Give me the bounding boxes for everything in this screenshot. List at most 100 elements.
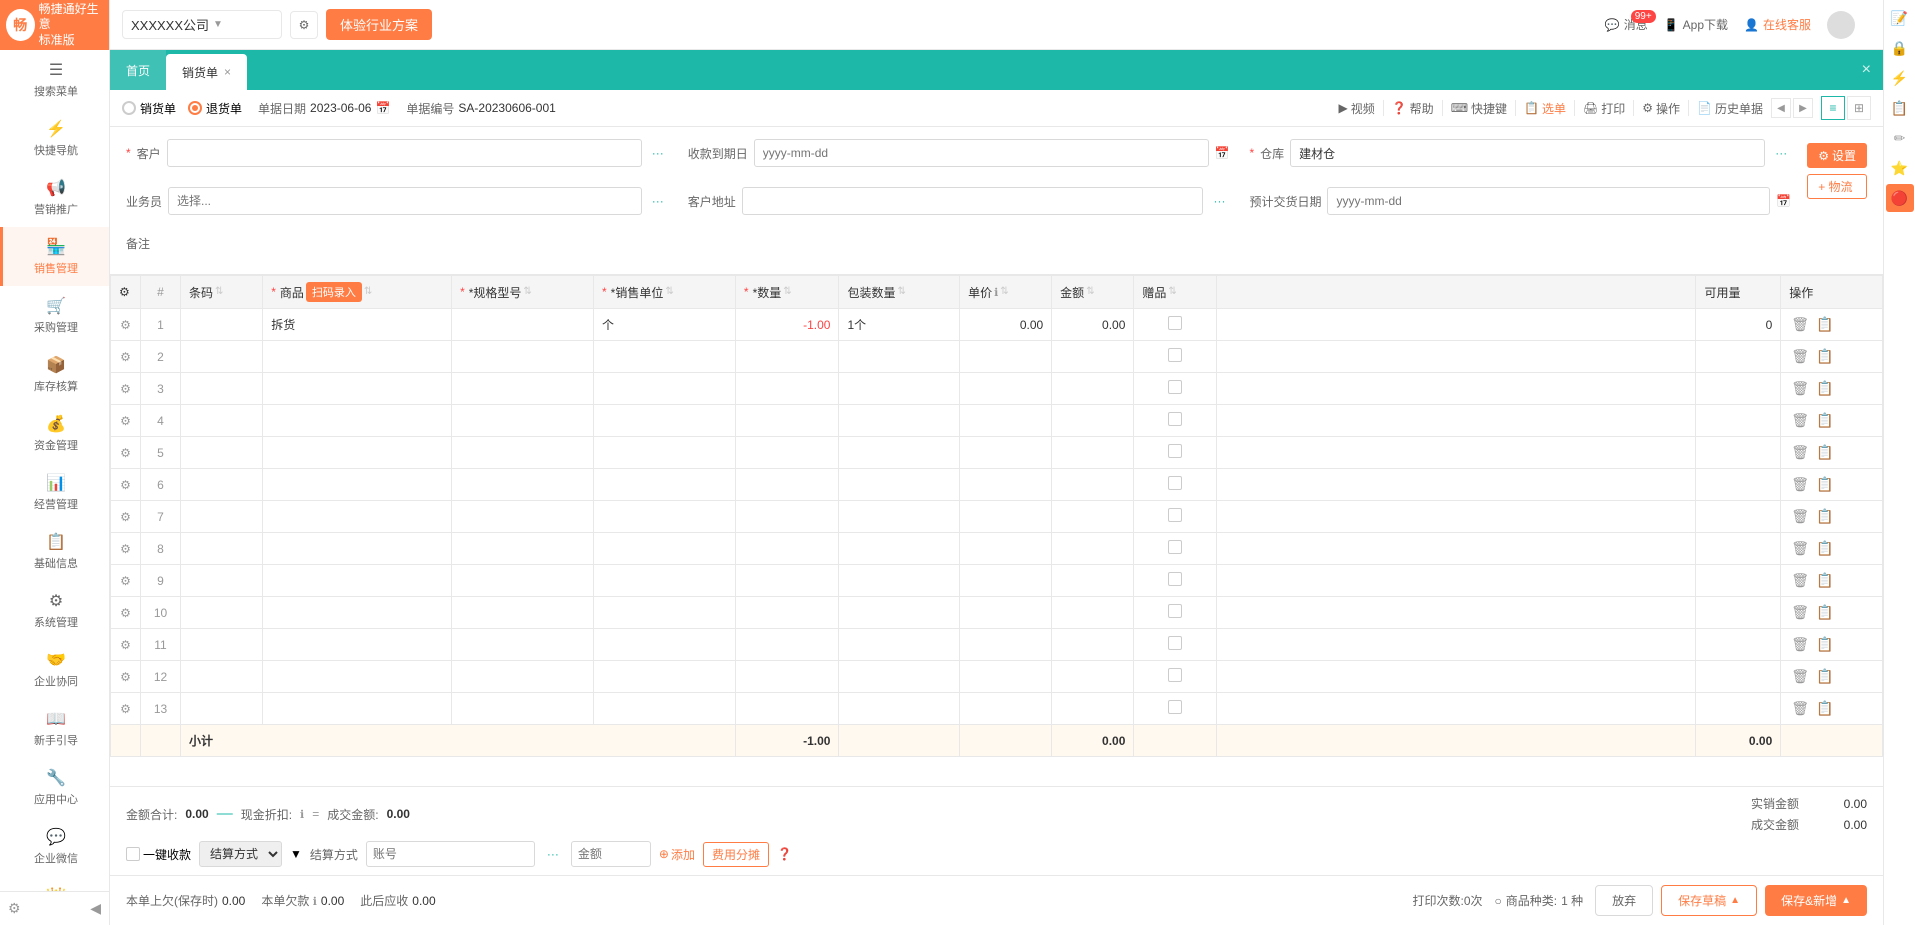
row-price[interactable]	[960, 597, 1052, 629]
online-service-btn[interactable]: 👤 在线客服	[1744, 16, 1811, 33]
prev-arrow-btn[interactable]: ◀	[1771, 98, 1791, 118]
one-click-payment-btn[interactable]: 一键收款	[126, 846, 191, 863]
row-barcode[interactable]	[181, 309, 263, 341]
row-gift[interactable]	[1134, 437, 1216, 469]
row-amount[interactable]	[1052, 341, 1134, 373]
row-spec[interactable]	[452, 405, 594, 437]
row-spec[interactable]	[452, 469, 594, 501]
copy-row-btn[interactable]: 📋	[1816, 508, 1833, 524]
salesperson-input[interactable]	[168, 187, 642, 215]
right-panel-lock-btn[interactable]: 🔒	[1886, 34, 1914, 62]
sidebar-item-management[interactable]: 📊 经营管理	[0, 463, 109, 522]
gift-checkbox[interactable]	[1168, 572, 1182, 586]
right-panel-quick-btn[interactable]: ⚡	[1886, 64, 1914, 92]
gift-checkbox[interactable]	[1168, 476, 1182, 490]
row-spec[interactable]	[452, 629, 594, 661]
discount-help-icon[interactable]: ℹ	[300, 808, 304, 821]
price-help-icon[interactable]: ℹ	[994, 286, 998, 299]
row-barcode[interactable]	[181, 565, 263, 597]
row-price[interactable]	[960, 437, 1052, 469]
sidebar-item-guide[interactable]: 📖 新手引导	[0, 699, 109, 758]
row-qty[interactable]	[735, 565, 839, 597]
copy-row-btn[interactable]: 📋	[1816, 540, 1833, 556]
row-spec[interactable]	[452, 565, 594, 597]
row-price[interactable]	[960, 693, 1052, 725]
row-spec[interactable]	[452, 373, 594, 405]
settings-action-btn[interactable]: ⚙ 设置	[1807, 143, 1867, 168]
account-dots-btn[interactable]: ···	[543, 847, 563, 861]
row-barcode[interactable]	[181, 533, 263, 565]
gift-checkbox[interactable]	[1168, 700, 1182, 714]
gift-checkbox[interactable]	[1168, 412, 1182, 426]
right-panel-star-btn[interactable]: ⭐	[1886, 154, 1914, 182]
gift-checkbox[interactable]	[1168, 540, 1182, 554]
discard-btn[interactable]: 放弃	[1595, 885, 1653, 916]
row-amount[interactable]	[1052, 565, 1134, 597]
row-amount[interactable]	[1052, 693, 1134, 725]
sidebar-item-finance[interactable]: 💰 资金管理	[0, 404, 109, 463]
owe-help-icon[interactable]: ℹ	[313, 896, 317, 908]
th-settings[interactable]: ⚙	[111, 276, 141, 309]
right-panel-alert-btn[interactable]: 🔴	[1886, 184, 1914, 212]
row-price[interactable]	[960, 565, 1052, 597]
row-gift[interactable]	[1134, 373, 1216, 405]
delete-row-btn[interactable]: 🗑	[1791, 380, 1809, 396]
row-gift[interactable]	[1134, 693, 1216, 725]
row-barcode[interactable]	[181, 629, 263, 661]
account-input[interactable]	[366, 841, 535, 867]
copy-row-btn[interactable]: 📋	[1816, 668, 1833, 684]
help-btn[interactable]: ❓ 帮助	[1392, 100, 1434, 117]
row-spec[interactable]	[452, 533, 594, 565]
copy-row-btn[interactable]: 📋	[1816, 316, 1833, 332]
delete-row-btn[interactable]: 🗑	[1791, 572, 1809, 588]
row-barcode[interactable]	[181, 693, 263, 725]
save-draft-btn[interactable]: 保存草稿 ▲	[1661, 885, 1757, 916]
payment-amount-input[interactable]	[571, 841, 651, 867]
row-qty[interactable]	[735, 405, 839, 437]
row-qty[interactable]	[735, 437, 839, 469]
next-arrow-btn[interactable]: ▶	[1793, 98, 1813, 118]
sidebar-item-inventory[interactable]: 📦 库存核算	[0, 345, 109, 404]
copy-row-btn[interactable]: 📋	[1816, 412, 1833, 428]
row-price[interactable]	[960, 405, 1052, 437]
gift-checkbox[interactable]	[1168, 348, 1182, 362]
row-qty[interactable]	[735, 629, 839, 661]
row-barcode[interactable]	[181, 501, 263, 533]
sidebar-item-wechat[interactable]: 💬 企业微信	[0, 817, 109, 876]
sidebar-collapse-btn[interactable]: ◀	[90, 900, 101, 917]
expected-date-input[interactable]	[1327, 187, 1770, 215]
delete-row-btn[interactable]: 🗑	[1791, 412, 1809, 428]
sidebar-item-marketing[interactable]: 📢 营销推广	[0, 168, 109, 227]
radio-sales-order[interactable]: 销货单	[122, 100, 176, 117]
print-btn[interactable]: 🖨 打印	[1583, 100, 1625, 117]
row-price[interactable]: 0.00	[960, 309, 1052, 341]
row-amount[interactable]	[1052, 501, 1134, 533]
sidebar-item-member[interactable]: 👑 畅会员	[0, 876, 109, 891]
delete-row-btn[interactable]: 🗑	[1791, 476, 1809, 492]
delete-row-btn[interactable]: 🗑	[1791, 348, 1809, 364]
gift-checkbox[interactable]	[1168, 316, 1182, 330]
row-barcode[interactable]	[181, 373, 263, 405]
delete-row-btn[interactable]: 🗑	[1791, 668, 1809, 684]
copy-row-btn[interactable]: 📋	[1816, 476, 1833, 492]
delete-row-btn[interactable]: 🗑	[1791, 636, 1809, 652]
row-barcode[interactable]	[181, 405, 263, 437]
logistics-btn[interactable]: + 物流	[1807, 174, 1867, 199]
company-settings-btn[interactable]: ⚙	[290, 11, 318, 39]
shortcut-btn[interactable]: ⌨ 快捷键	[1451, 100, 1507, 117]
radio-return-order[interactable]: 退货单	[188, 100, 242, 117]
trial-button[interactable]: 体验行业方案	[326, 9, 432, 40]
copy-row-btn[interactable]: 📋	[1816, 636, 1833, 652]
row-spec[interactable]	[452, 341, 594, 373]
sidebar-item-system[interactable]: ⚙ 系统管理	[0, 581, 109, 640]
row-barcode[interactable]	[181, 437, 263, 469]
sidebar-item-basic[interactable]: 📋 基础信息	[0, 522, 109, 581]
row-price[interactable]	[960, 661, 1052, 693]
sidebar-item-enterprise[interactable]: 🤝 企业协同	[0, 640, 109, 699]
row-spec[interactable]	[452, 437, 594, 469]
select-btn[interactable]: 📋 选单	[1524, 100, 1566, 117]
row-barcode[interactable]	[181, 597, 263, 629]
row-barcode[interactable]	[181, 469, 263, 501]
row-gift[interactable]	[1134, 597, 1216, 629]
payment-due-input[interactable]	[754, 139, 1209, 167]
